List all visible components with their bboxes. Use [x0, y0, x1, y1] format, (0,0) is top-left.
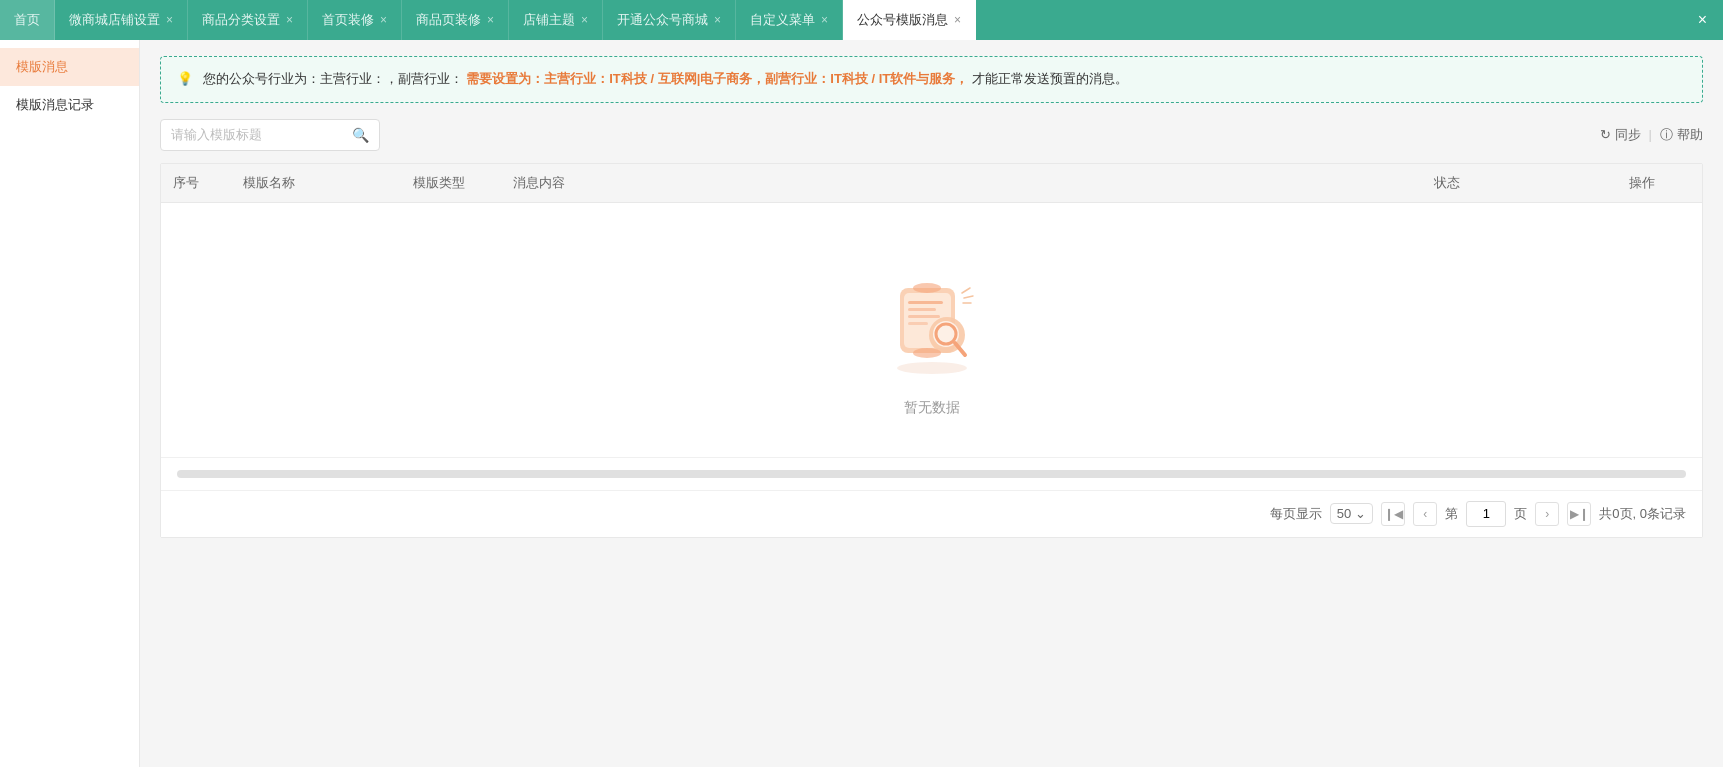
pagination: 每页显示 50 ⌄ ❙◀ ‹ 第 页 › ▶❙ 共0页, 0条记录	[161, 490, 1702, 537]
fake-scrollbar[interactable]	[177, 470, 1686, 478]
help-icon: ⓘ	[1660, 126, 1673, 144]
page-size-label: 每页显示	[1270, 505, 1322, 523]
search-bar: 🔍 ↻ 同步 | ⓘ 帮助	[160, 119, 1703, 151]
nav-tab-home[interactable]: 首页	[0, 0, 55, 40]
top-nav: 首页微商城店铺设置×商品分类设置×首页装修×商品页装修×店铺主题×开通公众号商城…	[0, 0, 1723, 40]
nav-tab-home-decor[interactable]: 首页装修×	[308, 0, 402, 40]
th-status: 状态	[1422, 164, 1582, 202]
sync-button[interactable]: ↻ 同步	[1600, 126, 1641, 144]
nav-tab-custom-menu[interactable]: 自定义菜单×	[736, 0, 843, 40]
th-seq: 序号	[161, 164, 231, 202]
empty-state: 暂无数据	[161, 203, 1702, 457]
svg-line-13	[962, 288, 970, 293]
last-page-button[interactable]: ▶❙	[1567, 502, 1591, 526]
global-close-button[interactable]: ×	[1682, 11, 1723, 29]
svg-line-14	[964, 296, 973, 298]
first-page-button[interactable]: ❙◀	[1381, 502, 1405, 526]
search-left: 🔍	[160, 119, 380, 151]
notice-box: 💡 您的公众号行业为：主营行业：，副营行业： 需要设置为：主营行业：IT科技 /…	[160, 56, 1703, 103]
svg-rect-5	[908, 315, 940, 318]
sync-icon: ↻	[1600, 127, 1611, 142]
page-size-chevron: ⌄	[1355, 506, 1366, 521]
nav-tab-close-product-category[interactable]: ×	[286, 13, 293, 27]
main-layout: 模版消息模版消息记录 💡 您的公众号行业为：主营行业：，副营行业： 需要设置为：…	[0, 40, 1723, 767]
notice-prefix: 您的公众号行业为：主营行业：，副营行业：	[203, 71, 463, 86]
empty-text: 暂无数据	[904, 399, 960, 417]
th-type: 模版类型	[401, 164, 501, 202]
nav-tab-close-home-decor[interactable]: ×	[380, 13, 387, 27]
nav-tab-close-open-mall[interactable]: ×	[714, 13, 721, 27]
svg-point-0	[897, 362, 967, 374]
nav-tab-weshop-settings[interactable]: 微商城店铺设置×	[55, 0, 188, 40]
scrollbar-area	[161, 457, 1702, 490]
next-page-button[interactable]: ›	[1535, 502, 1559, 526]
page-size-value: 50	[1337, 506, 1351, 521]
table-wrap: 序号 模版名称 模版类型 消息内容 状态 操作	[160, 163, 1703, 538]
svg-point-12	[913, 348, 941, 358]
page-unit: 页	[1514, 505, 1527, 523]
search-right: ↻ 同步 | ⓘ 帮助	[1600, 126, 1703, 144]
nav-tab-open-mall[interactable]: 开通公众号商城×	[603, 0, 736, 40]
nav-tab-store-theme[interactable]: 店铺主题×	[509, 0, 603, 40]
page-label: 第	[1445, 505, 1458, 523]
page-total: 共0页, 0条记录	[1599, 505, 1686, 523]
content-area: 💡 您的公众号行业为：主营行业：，副营行业： 需要设置为：主营行业：IT科技 /…	[140, 40, 1723, 767]
divider: |	[1649, 127, 1652, 142]
search-input-wrap[interactable]: 🔍	[160, 119, 380, 151]
notice-highlight: 需要设置为：主营行业：IT科技 / 互联网|电子商务，副营行业：IT科技 / I…	[466, 71, 968, 86]
svg-rect-4	[908, 308, 936, 311]
nav-tab-close-custom-menu[interactable]: ×	[821, 13, 828, 27]
svg-rect-3	[908, 301, 943, 304]
sidebar-item-template-msg[interactable]: 模版消息	[0, 48, 139, 86]
search-icon[interactable]: 🔍	[352, 127, 369, 143]
notice-icon: 💡	[177, 71, 193, 86]
help-label: 帮助	[1677, 126, 1703, 144]
help-button[interactable]: ⓘ 帮助	[1660, 126, 1703, 144]
sidebar-item-template-msg-log[interactable]: 模版消息记录	[0, 86, 139, 124]
empty-illustration	[872, 263, 992, 383]
th-name: 模版名称	[231, 164, 401, 202]
sidebar: 模版消息模版消息记录	[0, 40, 140, 767]
nav-tab-product-category[interactable]: 商品分类设置×	[188, 0, 308, 40]
nav-tab-close-product-decor[interactable]: ×	[487, 13, 494, 27]
nav-tab-template-msg[interactable]: 公众号模版消息×	[843, 0, 976, 40]
page-size-select[interactable]: 50 ⌄	[1330, 503, 1373, 524]
table-header: 序号 模版名称 模版类型 消息内容 状态 操作	[161, 164, 1702, 203]
page-input[interactable]	[1466, 501, 1506, 527]
th-content: 消息内容	[501, 164, 1422, 202]
nav-tab-close-store-theme[interactable]: ×	[581, 13, 588, 27]
prev-page-button[interactable]: ‹	[1413, 502, 1437, 526]
nav-tab-close-template-msg[interactable]: ×	[954, 13, 961, 27]
search-input[interactable]	[171, 127, 352, 142]
svg-rect-6	[908, 322, 928, 325]
svg-point-11	[913, 283, 941, 293]
notice-suffix: 才能正常发送预置的消息。	[972, 71, 1128, 86]
nav-tab-product-decor[interactable]: 商品页装修×	[402, 0, 509, 40]
th-action: 操作	[1582, 164, 1702, 202]
sync-label: 同步	[1615, 126, 1641, 144]
nav-tab-close-weshop-settings[interactable]: ×	[166, 13, 173, 27]
